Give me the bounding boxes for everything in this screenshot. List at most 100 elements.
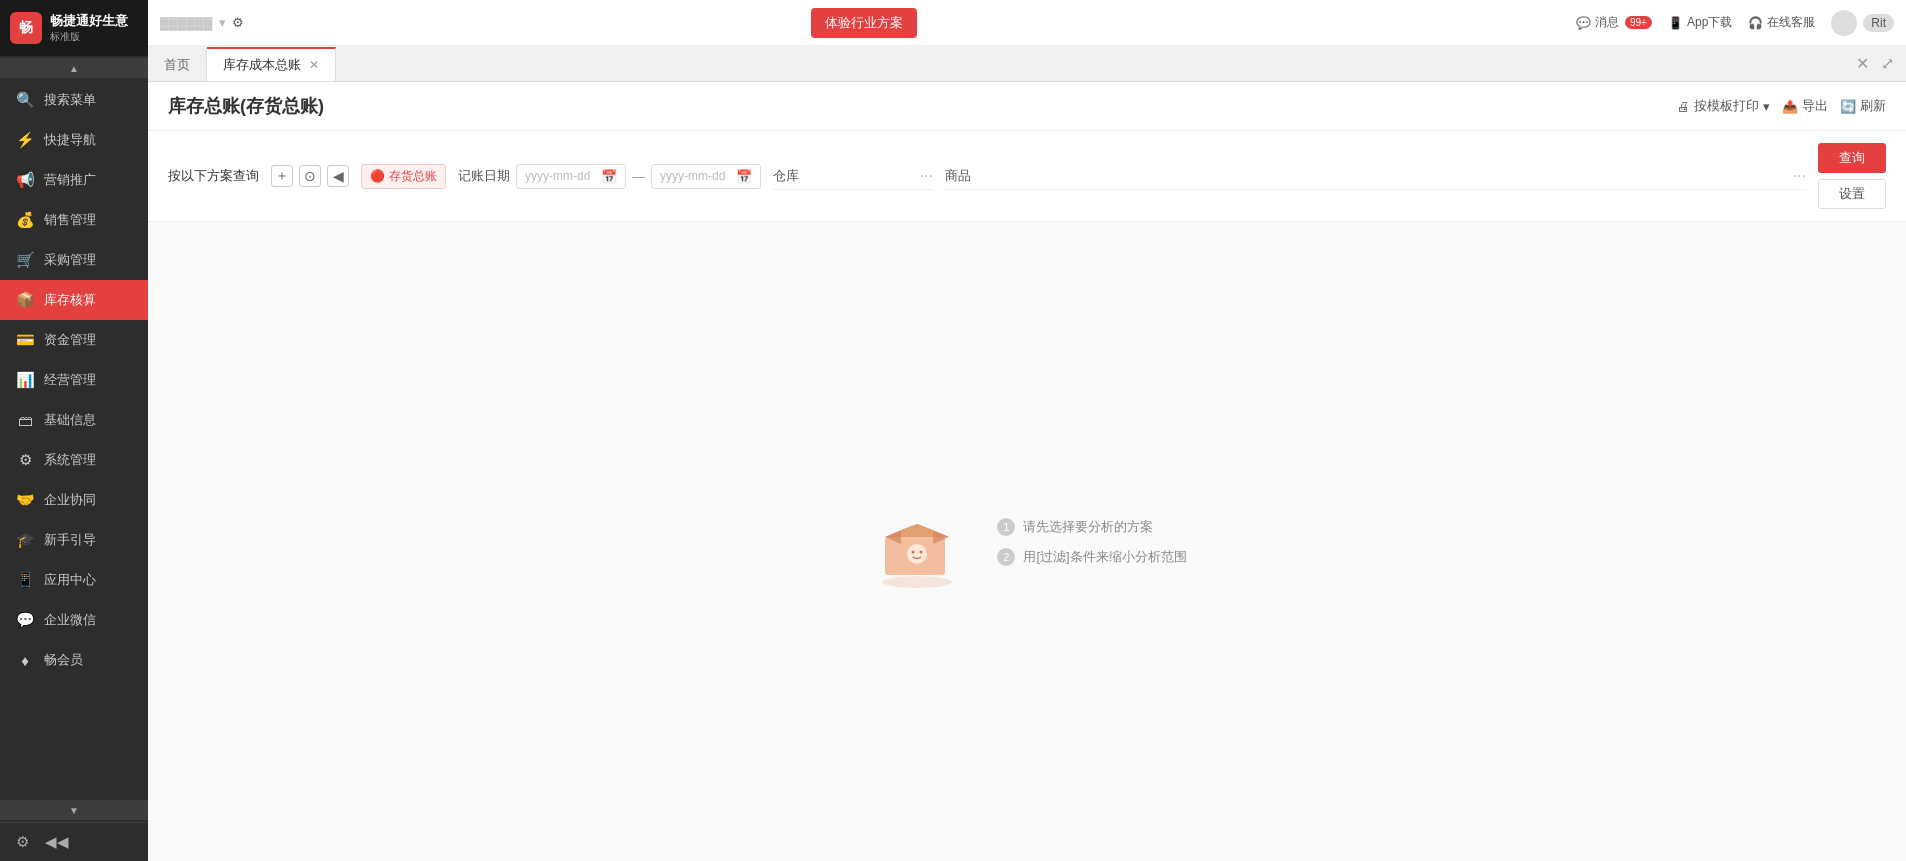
user-name: Rit: [1863, 14, 1894, 32]
sales-icon: 💰: [16, 211, 34, 229]
app-download-icon: 📱: [1668, 16, 1683, 30]
page-actions: 🖨 按模板打印 ▾ 📤 导出 🔄 刷新: [1677, 97, 1886, 115]
print-chevron-icon: ▾: [1763, 99, 1770, 114]
sidebar-item-marketing[interactable]: 📢 营销推广: [0, 160, 148, 200]
marketing-icon: 📢: [16, 171, 34, 189]
message-badge: 99+: [1625, 16, 1652, 29]
svg-point-7: [912, 550, 915, 553]
scheme-tag[interactable]: 🔴 存货总账: [361, 164, 446, 189]
tab-home[interactable]: 首页: [148, 49, 207, 81]
refresh-button[interactable]: 🔄 刷新: [1840, 97, 1886, 115]
sidebar: 畅 畅捷通好生意 标准版 ▲ 🔍 搜索菜单 ⚡ 快捷导航 📢 营销推广 💰 销售…: [0, 0, 148, 861]
purchase-icon: 🛒: [16, 251, 34, 269]
breadcrumb-chevron-icon: ▾: [219, 15, 226, 30]
empty-content: 1 请先选择要分析的方案 2 用[过滤]条件来缩小分析范围: [867, 492, 1186, 592]
breadcrumb-area: ▓▓▓▓▓▓ ▾ ⚙: [160, 15, 803, 30]
fund-icon: 💳: [16, 331, 34, 349]
sidebar-scroll-down[interactable]: ▼: [0, 800, 148, 820]
online-service-button[interactable]: 🎧 在线客服: [1748, 14, 1815, 31]
settings-button[interactable]: 设置: [1818, 179, 1886, 209]
sidebar-item-shortcut[interactable]: ⚡ 快捷导航: [0, 120, 148, 160]
warehouse-more-icon[interactable]: ···: [920, 167, 933, 185]
app-download-button[interactable]: 📱 App下载: [1668, 14, 1732, 31]
filter-more-button[interactable]: ⊙: [299, 165, 321, 187]
date-start-input[interactable]: yyyy-mm-dd 📅: [516, 164, 626, 189]
content-area: 库存总账(存货总账) 🖨 按模板打印 ▾ 📤 导出 🔄 刷新: [148, 82, 1906, 861]
app-center-icon: 📱: [16, 571, 34, 589]
print-template-button[interactable]: 🖨 按模板打印 ▾: [1677, 97, 1770, 115]
system-icon: ⚙: [16, 451, 34, 469]
tab-inventory-ledger[interactable]: 库存成本总账 ✕: [207, 47, 336, 81]
product-more-icon[interactable]: ···: [1793, 167, 1806, 185]
panel-expand-button[interactable]: ⤢: [1877, 52, 1898, 75]
print-icon: 🖨: [1677, 99, 1690, 114]
message-icon: 💬: [1576, 16, 1591, 30]
shortcut-icon: ⚡: [16, 131, 34, 149]
date-end-input[interactable]: yyyy-mm-dd 📅: [651, 164, 761, 189]
tip-1-number: 1: [997, 518, 1015, 536]
industry-solution-button[interactable]: 体验行业方案: [811, 8, 917, 38]
enterprise-icon: 🤝: [16, 491, 34, 509]
breadcrumb-text: ▓▓▓▓▓▓: [160, 16, 213, 30]
sidebar-item-enterprise[interactable]: 🤝 企业协同: [0, 480, 148, 520]
panel-close-button[interactable]: ✕: [1852, 52, 1873, 75]
header-settings-button[interactable]: ⚙: [232, 15, 244, 30]
sidebar-item-wechat[interactable]: 💬 企业微信: [0, 600, 148, 640]
newbie-icon: 🎓: [16, 531, 34, 549]
basic-icon: 🗃: [16, 412, 34, 429]
user-area[interactable]: Rit: [1831, 10, 1894, 36]
logo-icon: 畅: [10, 12, 42, 44]
warehouse-filter[interactable]: 仓库 ···: [773, 163, 933, 190]
sidebar-item-app-center[interactable]: 📱 应用中心: [0, 560, 148, 600]
sidebar-settings-icon[interactable]: ⚙: [16, 833, 29, 851]
header-right: 💬 消息 99+ 📱 App下载 🎧 在线客服 Rit: [1576, 10, 1894, 36]
export-icon: 📤: [1782, 99, 1798, 114]
svg-point-8: [920, 550, 923, 553]
sidebar-item-operation[interactable]: 📊 经营管理: [0, 360, 148, 400]
empty-tips: 1 请先选择要分析的方案 2 用[过滤]条件来缩小分析范围: [997, 518, 1186, 566]
sidebar-item-sales[interactable]: 💰 销售管理: [0, 200, 148, 240]
sidebar-item-system[interactable]: ⚙ 系统管理: [0, 440, 148, 480]
app-logo: 畅 畅捷通好生意 标准版: [0, 0, 148, 56]
tip-2-number: 2: [997, 548, 1015, 566]
product-filter[interactable]: 商品 ···: [945, 163, 1806, 190]
avatar: [1831, 10, 1857, 36]
page-title: 库存总账(存货总账): [168, 94, 324, 118]
member-icon: ♦: [16, 652, 34, 669]
sidebar-item-basic[interactable]: 🗃 基础信息: [0, 400, 148, 440]
operation-icon: 📊: [16, 371, 34, 389]
sidebar-item-purchase[interactable]: 🛒 采购管理: [0, 240, 148, 280]
wechat-icon: 💬: [16, 611, 34, 629]
filter-label: 按以下方案查询: [168, 167, 259, 185]
sidebar-bottom: ⚙ ◀◀: [0, 822, 148, 861]
sidebar-item-member[interactable]: ♦ 畅会员: [0, 640, 148, 680]
inventory-icon: 📦: [16, 291, 34, 309]
logo-text: 畅捷通好生意 标准版: [50, 13, 128, 43]
panel-buttons: ✕ ⤢: [1852, 52, 1906, 75]
page-header: 库存总账(存货总账) 🖨 按模板打印 ▾ 📤 导出 🔄 刷新: [148, 82, 1906, 131]
sidebar-item-newbie[interactable]: 🎓 新手引导: [0, 520, 148, 560]
calendar-end-icon: 📅: [736, 169, 752, 184]
refresh-icon: 🔄: [1840, 99, 1856, 114]
sidebar-item-fund[interactable]: 💳 资金管理: [0, 320, 148, 360]
empty-tip-1: 1 请先选择要分析的方案: [997, 518, 1186, 536]
sidebar-item-inventory[interactable]: 📦 库存核算: [0, 280, 148, 320]
header-settings-icon: ⚙: [232, 15, 244, 30]
message-button[interactable]: 💬 消息 99+: [1576, 14, 1652, 31]
sidebar-audio-icon[interactable]: ◀◀: [45, 833, 69, 851]
query-button[interactable]: 查询: [1818, 143, 1886, 173]
calendar-start-icon: 📅: [601, 169, 617, 184]
sidebar-nav: 🔍 搜索菜单 ⚡ 快捷导航 📢 营销推广 💰 销售管理 🛒 采购管理 📦 库存核…: [0, 80, 148, 798]
top-header: ▓▓▓▓▓▓ ▾ ⚙ 体验行业方案 💬 消息 99+ 📱 App下载 🎧 在线客…: [148, 0, 1906, 46]
svg-point-6: [907, 544, 927, 564]
filter-area: 按以下方案查询 ＋ ⊙ ◀ 🔴 存货总账 记账日期 yyyy-mm-dd 📅 —: [148, 131, 1906, 222]
svg-point-0: [882, 576, 952, 588]
empty-state: 1 请先选择要分析的方案 2 用[过滤]条件来缩小分析范围: [148, 222, 1906, 861]
sidebar-item-search[interactable]: 🔍 搜索菜单: [0, 80, 148, 120]
tab-close-icon[interactable]: ✕: [309, 58, 319, 72]
export-button[interactable]: 📤 导出: [1782, 97, 1828, 115]
filter-collapse-button[interactable]: ◀: [327, 165, 349, 187]
filter-add-button[interactable]: ＋: [271, 165, 293, 187]
sidebar-scroll-up[interactable]: ▲: [0, 58, 148, 78]
scheme-tag-icon: 🔴: [370, 169, 385, 183]
